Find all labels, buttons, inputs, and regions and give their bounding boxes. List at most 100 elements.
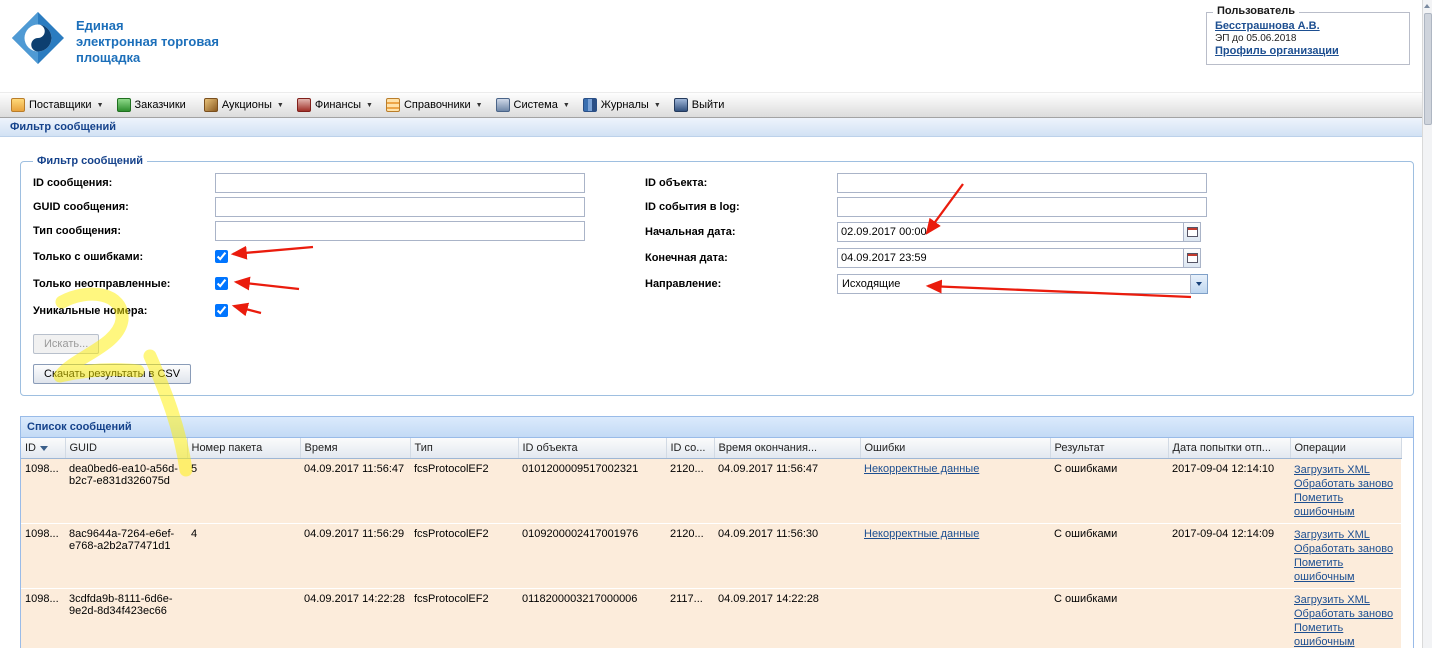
exit-icon — [673, 98, 688, 112]
scrollbar-up-button[interactable] — [1423, 1, 1431, 11]
table-row[interactable]: 1098... dea0bed6-ea10-a56d-b2c7-e831d326… — [21, 458, 1401, 524]
message-id-input[interactable] — [215, 173, 585, 193]
menu-item-exit[interactable]: Выйти — [669, 96, 738, 114]
menu-item-auctions[interactable]: Аукционы ▼ — [199, 96, 292, 114]
only-errors-checkbox[interactable] — [215, 250, 228, 263]
start-date-input[interactable] — [837, 222, 1184, 242]
op-mark-error-link[interactable]: Пометить ошибочным — [1294, 556, 1397, 584]
submenu-arrow-icon: ▼ — [562, 101, 570, 109]
menu-item-finance[interactable]: Финансы ▼ — [292, 96, 381, 114]
direction-value[interactable]: Исходящие — [837, 274, 1191, 294]
message-type-input[interactable] — [215, 221, 585, 241]
scroll-up-icon — [1424, 4, 1430, 8]
menu-item-directories[interactable]: Справочники ▼ — [381, 96, 491, 114]
log-event-id-input[interactable] — [837, 197, 1207, 217]
column-header-event-id[interactable]: ID со... — [666, 438, 715, 459]
error-details-link[interactable]: Некорректные данные — [864, 528, 979, 540]
table-row[interactable]: 1098... 8ac9644a-7264-e6ef-e768-a2b2a774… — [21, 523, 1401, 589]
menu-label: Выйти — [691, 99, 725, 111]
message-guid-input[interactable] — [215, 197, 585, 217]
start-date-label: Начальная дата: — [645, 226, 736, 238]
cell-result: С ошибками — [1050, 588, 1168, 648]
cell-id: 1098... — [21, 458, 65, 524]
unique-numbers-checkbox[interactable] — [215, 304, 228, 317]
column-header-attempt-date[interactable]: Дата попытки отп... — [1168, 438, 1291, 459]
user-panel-legend: Пользователь — [1213, 5, 1300, 17]
messages-grid-panel: Список сообщений ID GUID Номер пакета Вр… — [20, 416, 1414, 648]
cell-object-id: 0109200002417001976 — [518, 523, 666, 589]
column-header-id[interactable]: ID — [21, 438, 66, 459]
download-csv-button[interactable]: Скачать результаты в CSV — [33, 364, 192, 384]
cell-time: 04.09.2017 11:56:29 — [300, 523, 410, 589]
end-date-calendar-button[interactable] — [1184, 248, 1201, 268]
end-date-input[interactable] — [837, 248, 1184, 268]
search-button[interactable]: Искать... — [33, 334, 100, 354]
direction-dropdown-button[interactable] — [1191, 274, 1208, 294]
cell-id: 1098... — [21, 588, 65, 648]
filter-right-column: ID объекта: ID события в log: Начальная … — [645, 171, 1401, 324]
page-header: Фильтр сообщений — [0, 118, 1432, 137]
cell-packet: 4 — [187, 523, 300, 589]
sort-desc-icon — [40, 446, 48, 451]
table-row[interactable]: 1098... 3cdfda9b-8111-6d6e-9e2d-8d34f423… — [21, 588, 1401, 648]
user-name-link[interactable]: Бесстрашнова А.В. — [1215, 20, 1401, 32]
menu-label: Финансы — [314, 99, 362, 111]
cell-event-id: 2120... — [666, 458, 714, 524]
cell-attempt-date: 2017-09-04 12:14:09 — [1168, 523, 1290, 589]
chevron-down-icon — [1196, 282, 1202, 286]
op-reprocess-link[interactable]: Обработать заново — [1294, 477, 1397, 491]
op-reprocess-link[interactable]: Обработать заново — [1294, 607, 1397, 621]
only-unsent-checkbox[interactable] — [215, 277, 228, 290]
op-load-xml-link[interactable]: Загрузить XML — [1294, 528, 1397, 542]
column-header-end-time[interactable]: Время окончания... — [714, 438, 861, 459]
error-details-link[interactable]: Некорректные данные — [864, 463, 979, 475]
grid-panel-header: Список сообщений — [21, 417, 1413, 438]
op-reprocess-link[interactable]: Обработать заново — [1294, 542, 1397, 556]
scrollbar-thumb[interactable] — [1424, 13, 1432, 125]
op-load-xml-link[interactable]: Загрузить XML — [1294, 593, 1397, 607]
log-event-id-label: ID события в log: — [645, 201, 740, 213]
op-mark-error-link[interactable]: Пометить ошибочным — [1294, 491, 1397, 519]
message-id-label: ID сообщения: — [33, 177, 113, 189]
directories-icon — [385, 98, 400, 112]
column-header-operations[interactable]: Операции — [1290, 438, 1402, 459]
menu-item-customers[interactable]: Заказчики — [112, 96, 199, 114]
column-header-type[interactable]: Тип — [410, 438, 519, 459]
filter-left-column: ID сообщения: GUID сообщения: Тип сообще… — [33, 171, 645, 324]
cell-type: fcsProtocolEF2 — [410, 523, 518, 589]
cell-event-id: 2120... — [666, 523, 714, 589]
cell-packet: 5 — [187, 458, 300, 524]
cell-time: 04.09.2017 11:56:47 — [300, 458, 410, 524]
submenu-arrow-icon: ▼ — [276, 101, 284, 109]
finance-icon — [296, 98, 311, 112]
org-profile-link[interactable]: Профиль организации — [1215, 45, 1401, 57]
column-header-object-id[interactable]: ID объекта — [518, 438, 667, 459]
menu-label: Справочники — [403, 99, 471, 111]
calendar-icon — [1186, 227, 1198, 237]
menu-item-system[interactable]: Система ▼ — [491, 96, 578, 114]
menu-item-journals[interactable]: Журналы ▼ — [578, 96, 669, 114]
column-header-packet[interactable]: Номер пакета — [187, 438, 301, 459]
only-errors-label: Только с ошибками: — [33, 250, 144, 263]
object-id-input[interactable] — [837, 173, 1207, 193]
menu-label: Журналы — [600, 99, 649, 111]
message-guid-label: GUID сообщения: — [33, 201, 129, 213]
op-load-xml-link[interactable]: Загрузить XML — [1294, 463, 1397, 477]
op-mark-error-link[interactable]: Пометить ошибочным — [1294, 621, 1397, 648]
column-header-time[interactable]: Время — [300, 438, 411, 459]
column-header-result[interactable]: Результат — [1050, 438, 1169, 459]
eetp-logo-icon — [12, 12, 64, 64]
cell-guid: dea0bed6-ea10-a56d-b2c7-e831d326075d — [65, 458, 187, 524]
menu-item-suppliers[interactable]: Поставщики ▼ — [6, 96, 112, 114]
direction-combobox[interactable]: Исходящие — [837, 274, 1208, 294]
only-unsent-label: Только неотправленные: — [33, 277, 171, 290]
cell-end-time: 04.09.2017 14:22:28 — [714, 588, 860, 648]
vertical-scrollbar[interactable] — [1422, 0, 1432, 648]
column-header-guid[interactable]: GUID — [65, 438, 188, 459]
column-header-errors[interactable]: Ошибки — [860, 438, 1051, 459]
brand-line-1: Единая — [76, 18, 124, 33]
start-date-calendar-button[interactable] — [1184, 222, 1201, 242]
cell-attempt-date — [1168, 588, 1290, 648]
customers-icon — [116, 98, 131, 112]
message-type-label: Тип сообщения: — [33, 225, 121, 237]
